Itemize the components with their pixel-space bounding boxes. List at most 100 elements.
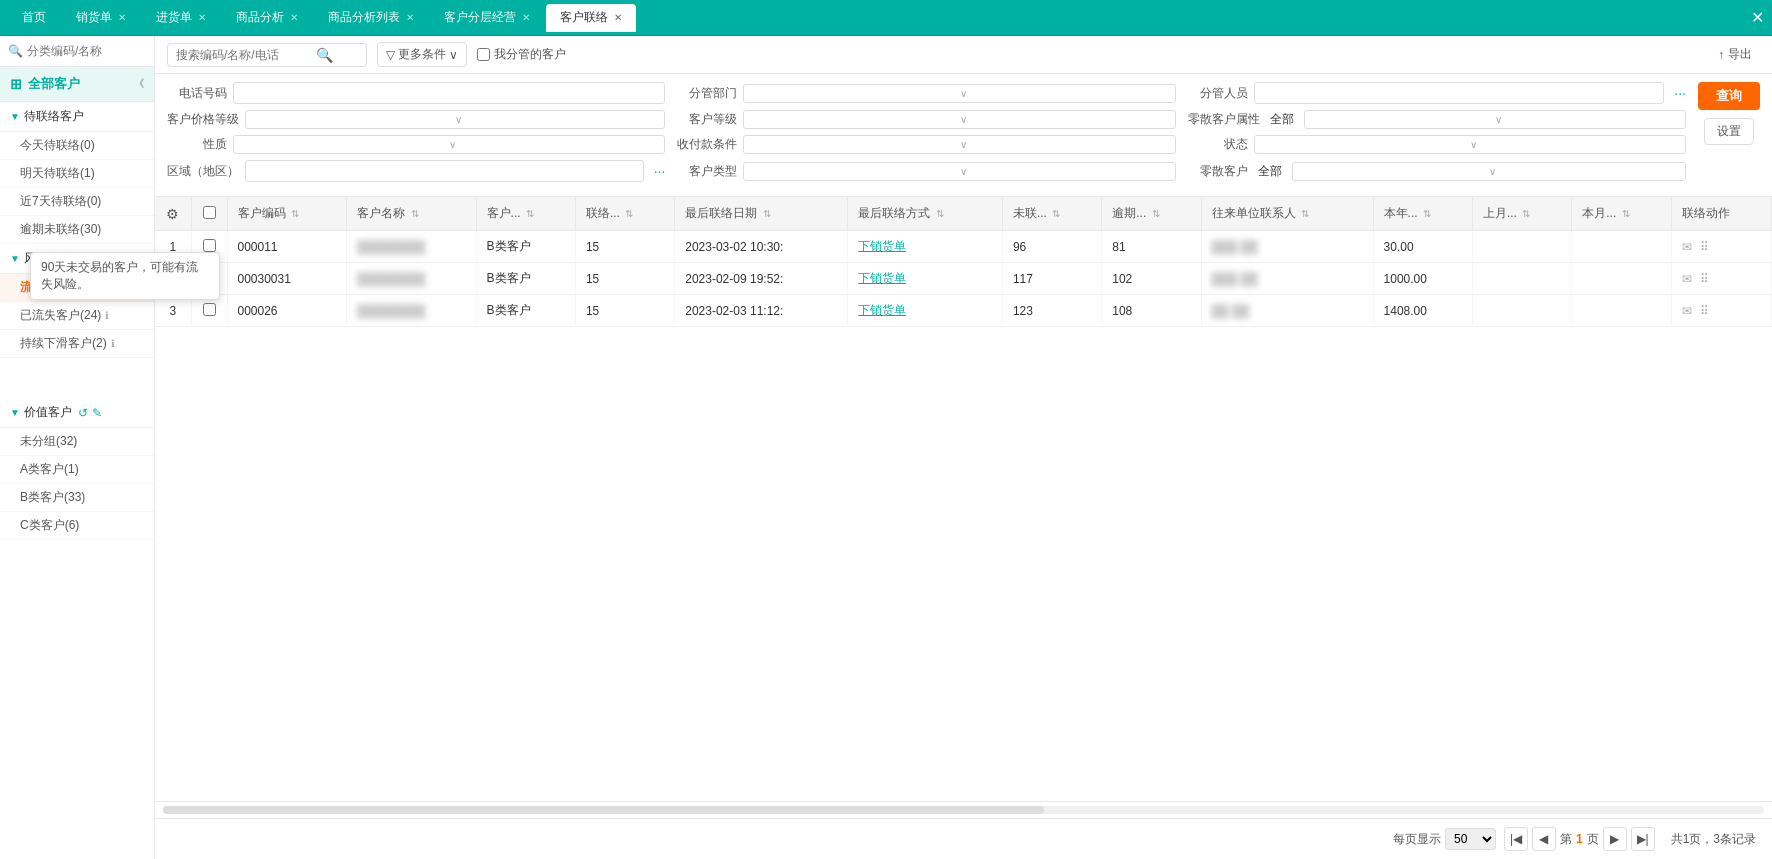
tab-sales[interactable]: 销货单 ✕ (62, 4, 140, 32)
price-level-select[interactable]: ∨ (245, 110, 665, 129)
scroll-track[interactable] (163, 806, 1764, 814)
gear-icon[interactable]: ⚙ (166, 206, 179, 222)
scroll-thumb[interactable] (163, 806, 1044, 814)
first-page-button[interactable]: |◀ (1504, 827, 1528, 851)
refresh-icon[interactable]: ↺ (78, 406, 88, 420)
row-last-date-2: 2023-02-09 19:52: (675, 263, 848, 295)
th-type[interactable]: 客户... ⇅ (476, 197, 575, 231)
sort-type-icon: ⇅ (526, 208, 534, 219)
sidebar-item-declining[interactable]: 持续下滑客户(2) ℹ (0, 330, 154, 358)
dept-select[interactable]: ∨ (743, 84, 1175, 103)
action-contact-icon-2[interactable]: ✉ (1682, 272, 1692, 286)
filter-field-retail-customer: 零散客户 全部 ∨ (1188, 162, 1686, 181)
sidebar-group-pending[interactable]: ▼ 待联络客户 (0, 102, 154, 132)
customer-level-select[interactable]: ∨ (743, 110, 1175, 129)
th-code[interactable]: 客户编码 ⇅ (227, 197, 347, 231)
payment-select[interactable]: ∨ (743, 135, 1175, 154)
retail-customer-select[interactable]: ∨ (1292, 162, 1686, 181)
filter-search-input[interactable] (176, 48, 316, 62)
filter-field-retail-attr: 零散客户属性 全部 ∨ (1188, 110, 1686, 129)
th-last-month[interactable]: 上月... ⇅ (1472, 197, 1571, 231)
row-1-checkbox[interactable] (203, 239, 216, 252)
phone-input[interactable] (233, 82, 665, 104)
setting-button[interactable]: 设置 (1704, 118, 1754, 145)
filter-row-1: 电话号码 分管部门 ∨ 分管人员 (167, 82, 1686, 104)
gender-select[interactable]: ∨ (233, 135, 665, 154)
sidebar-search-input[interactable] (27, 44, 155, 58)
th-last-date[interactable]: 最后联络日期 ⇅ (675, 197, 848, 231)
sidebar-item-7days[interactable]: 近7天待联络(0) (0, 188, 154, 216)
sidebar-item-churned[interactable]: 已流失客户(24) ℹ (0, 302, 154, 330)
sidebar-item-overdue[interactable]: 逾期未联络(30) (0, 216, 154, 244)
th-gear[interactable]: ⚙ (155, 197, 191, 231)
more-conditions-button[interactable]: ▽ 更多条件 ∨ (377, 42, 467, 67)
row-last-date-3: 2023-02-03 11:12: (675, 295, 848, 327)
sidebar-item-tomorrow[interactable]: 明天待联络(1) (0, 160, 154, 188)
region-more-button[interactable]: ··· (654, 163, 666, 179)
sidebar-item-c-class[interactable]: C类客户(6) (0, 512, 154, 540)
th-contact-person[interactable]: 往来单位联系人 ⇅ (1201, 197, 1373, 231)
th-no-contact[interactable]: 未联... ⇅ (1002, 197, 1101, 231)
sidebar-item-ungrouped[interactable]: 未分组(32) (0, 428, 154, 456)
filter-search-box: 🔍 (167, 43, 367, 67)
status-select[interactable]: ∨ (1254, 135, 1686, 154)
th-this-month[interactable]: 本月... ⇅ (1572, 197, 1671, 231)
th-contact-count[interactable]: 联络... ⇅ (575, 197, 674, 231)
last-method-link-2[interactable]: 下销货单 (858, 271, 906, 285)
action-more-icon-3[interactable]: ⠿ (1700, 304, 1709, 318)
th-this-year[interactable]: 本年... ⇅ (1373, 197, 1472, 231)
tab-close-product-analysis-list[interactable]: ✕ (406, 12, 414, 23)
tab-close-sales[interactable]: ✕ (118, 12, 126, 23)
next-page-button[interactable]: ▶ (1603, 827, 1627, 851)
last-page-button[interactable]: ▶| (1631, 827, 1655, 851)
query-button[interactable]: 查询 (1698, 82, 1760, 110)
per-page-select[interactable]: 50 100 200 (1445, 828, 1496, 850)
edit-icon[interactable]: ✎ (92, 406, 102, 420)
my-customers-checkbox[interactable] (477, 48, 490, 61)
prev-page-button[interactable]: ◀ (1532, 827, 1556, 851)
action-more-icon-2[interactable]: ⠿ (1700, 272, 1709, 286)
last-method-link-1[interactable]: 下销货单 (858, 239, 906, 253)
row-code-2: 00030031 (227, 263, 347, 295)
tab-close-purchase[interactable]: ✕ (198, 12, 206, 23)
tab-close-customer-segmentation[interactable]: ✕ (522, 12, 530, 23)
my-customers-checkbox-label: 我分管的客户 (477, 46, 566, 63)
filter-search-button[interactable]: 🔍 (316, 47, 333, 63)
sort-name-icon: ⇅ (411, 208, 419, 219)
action-contact-icon-1[interactable]: ✉ (1682, 240, 1692, 254)
tab-close-product-analysis[interactable]: ✕ (290, 12, 298, 23)
sidebar-collapse-icon[interactable]: 《 (134, 77, 144, 91)
sidebar-all-customers[interactable]: ⊞ 全部客户 《 (0, 67, 154, 102)
filter-icon: ▽ (386, 48, 395, 62)
filter-field-gender: 性质 ∨ (167, 135, 665, 154)
tab-customer-segmentation[interactable]: 客户分层经营 ✕ (430, 4, 544, 32)
export-button[interactable]: ↑ 导出 (1710, 43, 1760, 66)
sidebar-item-a-class[interactable]: A类客户(1) (0, 456, 154, 484)
tab-product-analysis[interactable]: 商品分析 ✕ (222, 4, 312, 32)
th-last-method[interactable]: 最后联络方式 ⇅ (848, 197, 1003, 231)
tab-home[interactable]: 首页 (8, 4, 60, 32)
horizontal-scroll-bar[interactable] (155, 801, 1772, 818)
person-input[interactable] (1254, 82, 1665, 104)
select-all-checkbox[interactable] (203, 206, 216, 219)
tab-close-customer-contact[interactable]: ✕ (614, 12, 622, 23)
tab-purchase[interactable]: 进货单 ✕ (142, 4, 220, 32)
action-more-icon-1[interactable]: ⠿ (1700, 240, 1709, 254)
close-window-button[interactable]: ✕ (1751, 8, 1764, 27)
person-more-button[interactable]: ··· (1674, 85, 1686, 101)
sidebar-item-today[interactable]: 今天待联络(0) (0, 132, 154, 160)
sort-person-icon: ⇅ (1301, 208, 1309, 219)
region-input[interactable] (245, 160, 644, 182)
sidebar-item-b-class[interactable]: B类客户(33) (0, 484, 154, 512)
th-name[interactable]: 客户名称 ⇅ (347, 197, 476, 231)
tab-product-analysis-list[interactable]: 商品分析列表 ✕ (314, 4, 428, 32)
sidebar-group-value[interactable]: ▼ 价值客户 ↺ ✎ (0, 398, 154, 428)
retail-attr-select[interactable]: ∨ (1304, 110, 1686, 129)
customer-type-select[interactable]: ∨ (743, 162, 1175, 181)
sidebar-search-icon: 🔍 (8, 44, 23, 58)
row-3-checkbox[interactable] (203, 303, 216, 316)
last-method-link-3[interactable]: 下销货单 (858, 303, 906, 317)
th-overdue[interactable]: 逾期... ⇅ (1102, 197, 1201, 231)
tab-customer-contact[interactable]: 客户联络 ✕ (546, 4, 636, 32)
action-contact-icon-3[interactable]: ✉ (1682, 304, 1692, 318)
